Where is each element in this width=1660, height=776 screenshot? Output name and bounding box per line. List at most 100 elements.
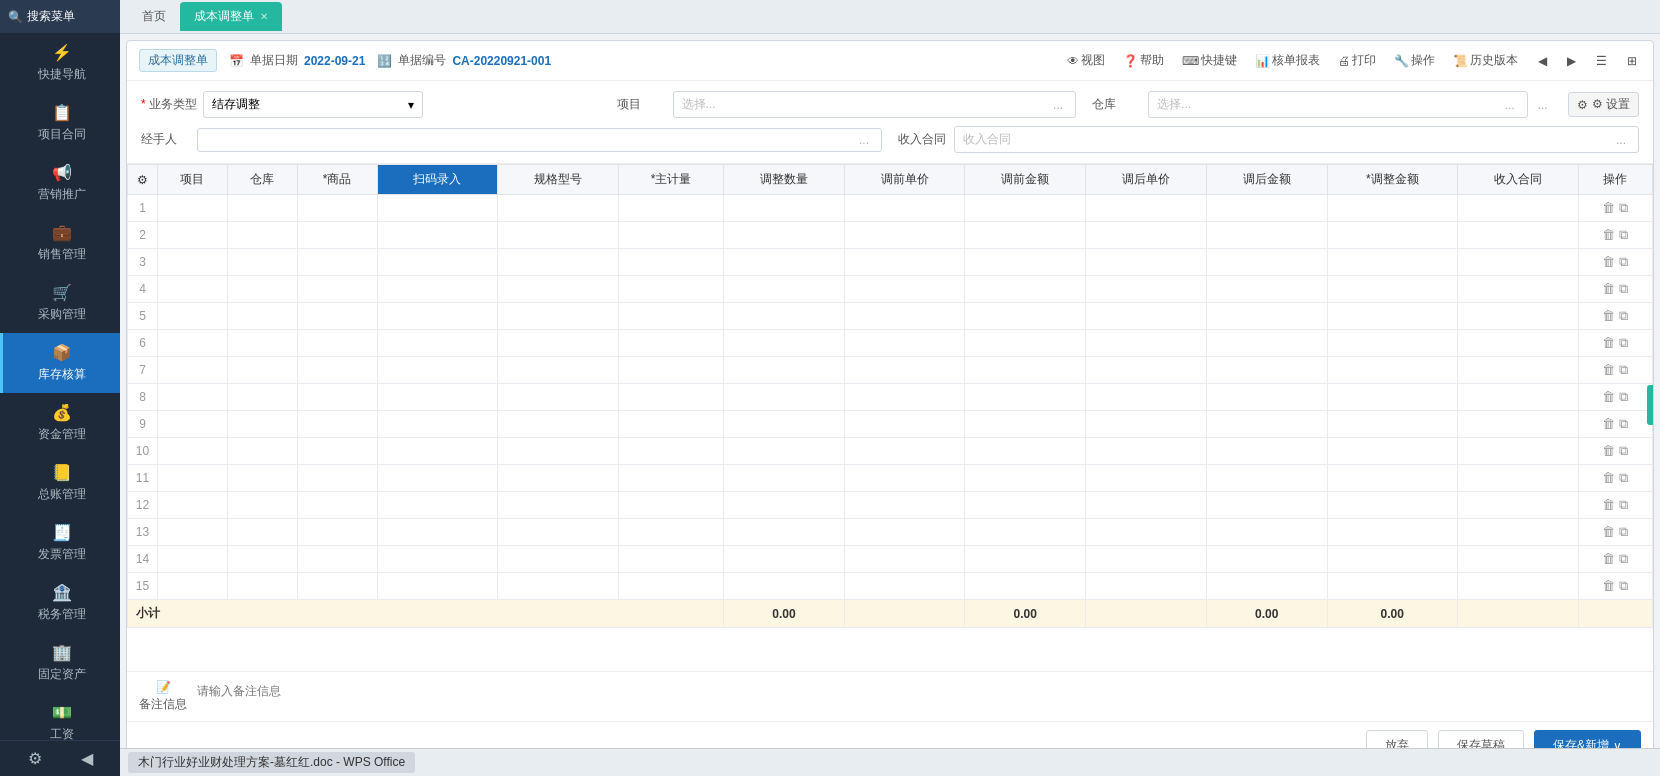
cell-2[interactable]	[297, 249, 377, 276]
row-copy-btn[interactable]: ⧉	[1619, 254, 1628, 270]
cell-9[interactable]	[1086, 411, 1207, 438]
sidebar-item-sales-promotion[interactable]: 📢营销推广	[0, 153, 120, 213]
cell-11[interactable]	[1327, 357, 1458, 384]
cell-10[interactable]	[1206, 303, 1327, 330]
cell-6[interactable]	[724, 222, 845, 249]
handler-dots[interactable]: ...	[855, 133, 873, 147]
sidebar-item-project-contract[interactable]: 📋项目合同	[0, 93, 120, 153]
cell-3[interactable]	[377, 573, 498, 600]
cell-0[interactable]	[158, 357, 228, 384]
cell-6[interactable]	[724, 303, 845, 330]
cell-1[interactable]	[227, 465, 297, 492]
cell-7[interactable]	[844, 195, 965, 222]
cell-11[interactable]	[1327, 519, 1458, 546]
cell-11[interactable]	[1327, 330, 1458, 357]
cell-4[interactable]	[498, 411, 619, 438]
handler-select[interactable]: ...	[197, 128, 882, 152]
cell-0[interactable]	[158, 492, 228, 519]
cell-10[interactable]	[1206, 465, 1327, 492]
cell-0[interactable]	[158, 276, 228, 303]
cell-0[interactable]	[158, 330, 228, 357]
cell-7[interactable]	[844, 249, 965, 276]
cell-1[interactable]	[227, 222, 297, 249]
cell-2[interactable]	[297, 411, 377, 438]
cell-1[interactable]	[227, 546, 297, 573]
revenue-contract-select[interactable]: 收入合同 ...	[954, 126, 1639, 153]
cell-1[interactable]	[227, 276, 297, 303]
cell-11[interactable]	[1327, 249, 1458, 276]
cell-3[interactable]	[377, 384, 498, 411]
revenue-contract-dots[interactable]: ...	[1612, 133, 1630, 147]
cell-2[interactable]	[297, 384, 377, 411]
row-copy-btn[interactable]: ⧉	[1619, 308, 1628, 324]
row-delete-btn[interactable]: 🗑	[1602, 227, 1615, 243]
project-select[interactable]: 选择... ...	[673, 91, 1077, 118]
cell-6[interactable]	[724, 492, 845, 519]
cell-12[interactable]	[1458, 195, 1579, 222]
cell-5[interactable]	[618, 492, 723, 519]
cell-10[interactable]	[1206, 411, 1327, 438]
row-delete-btn[interactable]: 🗑	[1602, 416, 1615, 432]
cell-7[interactable]	[844, 330, 965, 357]
row-copy-btn[interactable]: ⧉	[1619, 551, 1628, 567]
row-copy-btn[interactable]: ⧉	[1619, 470, 1628, 486]
cell-7[interactable]	[844, 465, 965, 492]
cell-5[interactable]	[618, 222, 723, 249]
cell-3[interactable]	[377, 519, 498, 546]
cell-12[interactable]	[1458, 573, 1579, 600]
cell-0[interactable]	[158, 384, 228, 411]
cell-8[interactable]	[965, 492, 1086, 519]
cell-10[interactable]	[1206, 546, 1327, 573]
cell-8[interactable]	[965, 438, 1086, 465]
sidebar-item-salary[interactable]: 💵工资	[0, 693, 120, 740]
cell-5[interactable]	[618, 303, 723, 330]
tab-home[interactable]: 首页	[128, 2, 180, 31]
row-delete-btn[interactable]: 🗑	[1602, 470, 1615, 486]
cell-11[interactable]	[1327, 465, 1458, 492]
cell-8[interactable]	[965, 384, 1086, 411]
row-delete-btn[interactable]: 🗑	[1602, 281, 1615, 297]
cell-0[interactable]	[158, 438, 228, 465]
tab-close-cost-adjustment[interactable]: ✕	[260, 11, 268, 22]
row-delete-btn[interactable]: 🗑	[1602, 389, 1615, 405]
cell-12[interactable]	[1458, 357, 1579, 384]
cell-0[interactable]	[158, 465, 228, 492]
cell-3[interactable]	[377, 330, 498, 357]
row-delete-btn[interactable]: 🗑	[1602, 578, 1615, 594]
cell-4[interactable]	[498, 249, 619, 276]
cell-4[interactable]	[498, 195, 619, 222]
action-operation[interactable]: 🔧操作	[1390, 50, 1439, 71]
cell-8[interactable]	[965, 249, 1086, 276]
cell-0[interactable]	[158, 303, 228, 330]
cell-1[interactable]	[227, 411, 297, 438]
cell-2[interactable]	[297, 195, 377, 222]
project-dots[interactable]: ...	[1049, 98, 1067, 112]
cell-1[interactable]	[227, 573, 297, 600]
collapse-icon[interactable]: ◀	[81, 749, 93, 768]
cell-9[interactable]	[1086, 276, 1207, 303]
cell-6[interactable]	[724, 438, 845, 465]
cell-11[interactable]	[1327, 546, 1458, 573]
cell-5[interactable]	[618, 357, 723, 384]
cell-10[interactable]	[1206, 573, 1327, 600]
cell-2[interactable]	[297, 465, 377, 492]
cell-0[interactable]	[158, 249, 228, 276]
cell-1[interactable]	[227, 195, 297, 222]
cell-1[interactable]	[227, 492, 297, 519]
cell-5[interactable]	[618, 546, 723, 573]
cell-11[interactable]	[1327, 303, 1458, 330]
action-list-view[interactable]: ☰	[1590, 52, 1611, 70]
warehouse-select[interactable]: 选择... ...	[1148, 91, 1528, 118]
cell-1[interactable]	[227, 303, 297, 330]
action-audit[interactable]: 📊核单报表	[1251, 50, 1324, 71]
cell-12[interactable]	[1458, 222, 1579, 249]
cell-9[interactable]	[1086, 357, 1207, 384]
cell-8[interactable]	[965, 303, 1086, 330]
cell-4[interactable]	[498, 573, 619, 600]
cell-10[interactable]	[1206, 519, 1327, 546]
cell-8[interactable]	[965, 357, 1086, 384]
cell-9[interactable]	[1086, 546, 1207, 573]
row-copy-btn[interactable]: ⧉	[1619, 281, 1628, 297]
cell-6[interactable]	[724, 276, 845, 303]
cell-2[interactable]	[297, 276, 377, 303]
